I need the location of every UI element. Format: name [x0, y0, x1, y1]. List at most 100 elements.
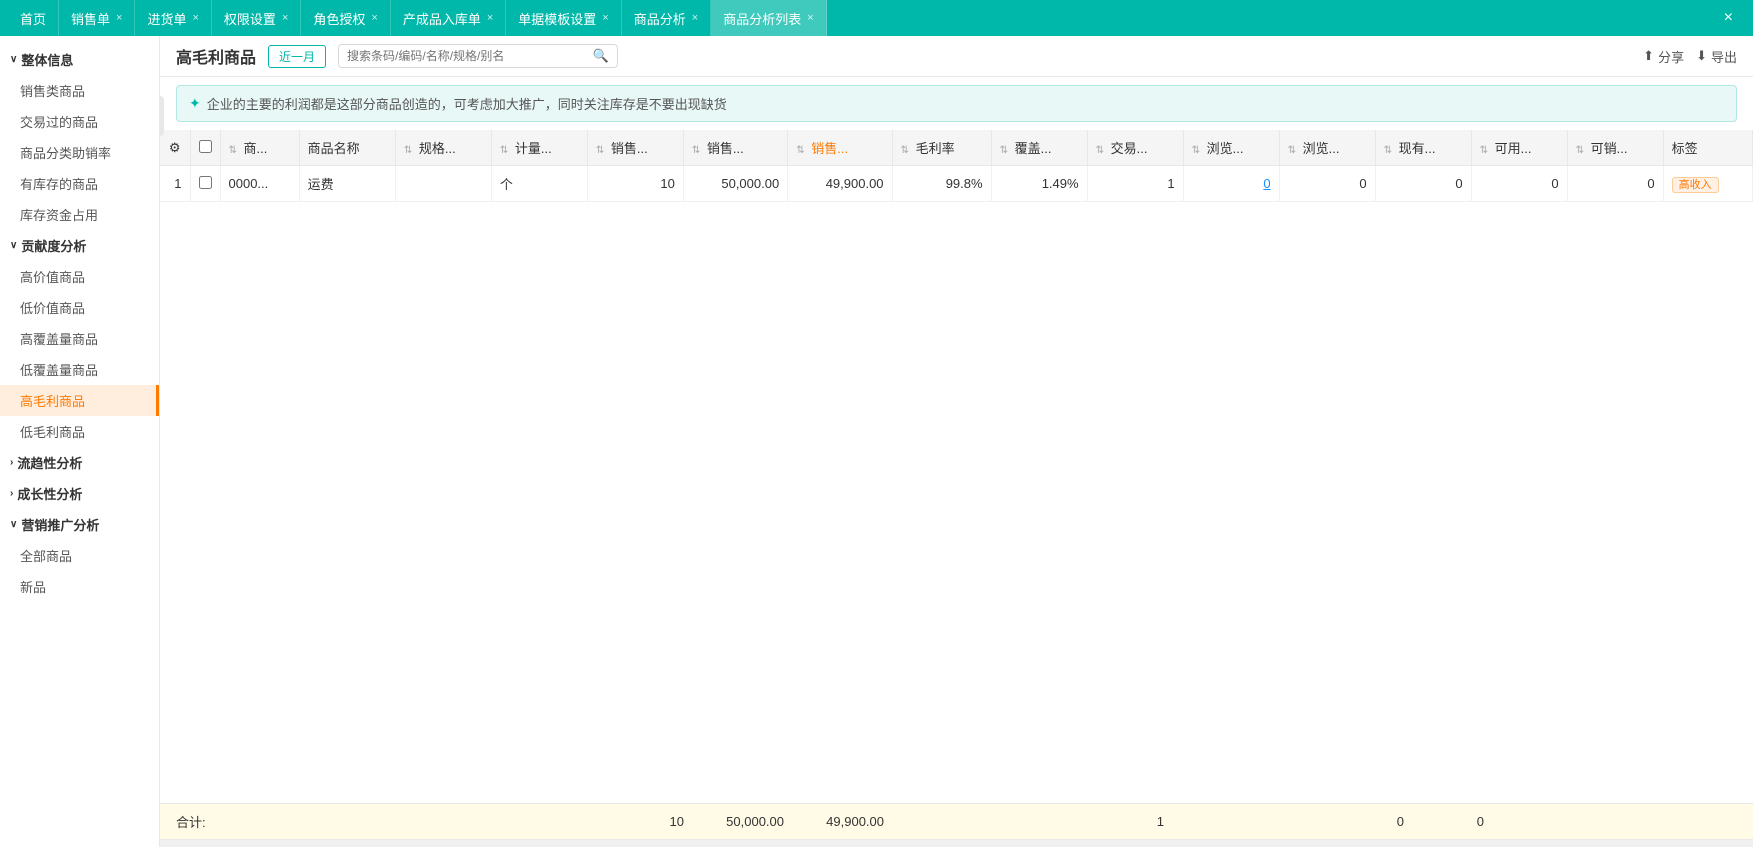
info-text: 企业的主要的利润都是这部分商品创造的，可考虑加大推广，同时关注库存是不要出现缺货: [207, 94, 727, 113]
col-unit[interactable]: 计量...: [491, 130, 587, 166]
nav-purchase-close[interactable]: ×: [192, 12, 198, 24]
sidebar-item-low-value[interactable]: 低价值商品: [0, 292, 159, 323]
col-browse2[interactable]: 浏览...: [1279, 130, 1375, 166]
nav-role-label: 角色授权: [313, 9, 365, 28]
nav-analysis-list-label: 商品分析列表: [723, 9, 801, 28]
row-sales2: 50,000.00: [683, 166, 787, 202]
row-coverage: 1.49%: [991, 166, 1087, 202]
col-stock1[interactable]: 现有...: [1375, 130, 1471, 166]
footer-spacer2: [896, 814, 1096, 829]
col-stock3[interactable]: 可销...: [1567, 130, 1663, 166]
row-gross-rate: 99.8%: [892, 166, 991, 202]
nav-template[interactable]: 单据模板设置 ×: [506, 0, 621, 36]
sidebar-item-stock-capital[interactable]: 库存资金占用: [0, 199, 159, 230]
export-button[interactable]: ⬇ 导出: [1696, 47, 1737, 66]
col-stock2[interactable]: 可用...: [1471, 130, 1567, 166]
table-row: 1 0000... 运费: [160, 166, 1753, 202]
sidebar-item-new-goods[interactable]: 新品: [0, 571, 159, 602]
period-button[interactable]: 近一月: [268, 45, 326, 68]
col-spec[interactable]: 规格...: [395, 130, 491, 166]
nav-home[interactable]: 首页: [8, 0, 59, 36]
row-checkbox[interactable]: [199, 176, 212, 189]
col-code[interactable]: 商...: [220, 130, 299, 166]
row-stock1: 0: [1375, 166, 1471, 202]
col-name: 商品名称: [299, 130, 395, 166]
data-table: ⚙ 商... 商品名称 规格...: [160, 130, 1753, 202]
total-label: 合计:: [176, 812, 356, 831]
section-growth-arrow: ›: [10, 488, 13, 499]
window-close-button[interactable]: ×: [1712, 0, 1745, 36]
sidebar-item-high-value[interactable]: 高价值商品: [0, 261, 159, 292]
col-coverage[interactable]: 覆盖...: [991, 130, 1087, 166]
sidebar-section-marketing[interactable]: ∨ 营销推广分析: [0, 509, 159, 540]
col-check: [190, 130, 220, 166]
info-icon: ✦: [189, 95, 201, 112]
sidebar-item-low-margin[interactable]: 低毛利商品: [0, 416, 159, 447]
table-container[interactable]: ⚙ 商... 商品名称 规格...: [160, 130, 1753, 803]
share-icon: ⬆: [1643, 48, 1654, 64]
sidebar-item-all-goods[interactable]: 全部商品: [0, 540, 159, 571]
footer-total: 合计: 10 50,000.00 49,900.00 1: [160, 803, 1753, 839]
nav-analysis[interactable]: 商品分析 ×: [622, 0, 711, 36]
footer-sales2: 50,000.00: [696, 814, 796, 829]
nav-sales[interactable]: 销售单 ×: [59, 0, 135, 36]
footer-sales3: 49,900.00: [796, 814, 896, 829]
sidebar-section-contribution[interactable]: ∨ 贡献度分析: [0, 230, 159, 261]
row-transactions: 1: [1087, 166, 1183, 202]
row-unit: 个: [491, 166, 587, 202]
sidebar: ∨ 整体信息 销售类商品 交易过的商品 商品分类助销率 有库存的商品 库存资金占…: [0, 36, 160, 847]
col-browse1[interactable]: 浏览...: [1183, 130, 1279, 166]
section-marketing-arrow: ∨: [10, 519, 17, 530]
footer-browse2: 0: [1416, 814, 1496, 829]
bottom-scrollbar[interactable]: [160, 839, 1753, 847]
nav-purchase-label: 进货单: [147, 9, 186, 28]
sidebar-section-trend[interactable]: › 流趋性分析: [0, 447, 159, 478]
sidebar-item-sales-goods[interactable]: 销售类商品: [0, 75, 159, 106]
section-contribution-arrow: ∨: [10, 240, 17, 251]
nav-purchase[interactable]: 进货单 ×: [135, 0, 211, 36]
sidebar-item-category-rate[interactable]: 商品分类助销率: [0, 137, 159, 168]
section-trend-label: 流趋性分析: [17, 453, 82, 472]
nav-analysis-close[interactable]: ×: [692, 12, 698, 24]
top-nav: 首页 销售单 × 进货单 × 权限设置 × 角色授权 × 产成品入库单 × 单据…: [0, 0, 1753, 36]
search-icon[interactable]: 🔍: [593, 48, 609, 64]
section-contribution-label: 贡献度分析: [21, 236, 86, 255]
share-button[interactable]: ⬆ 分享: [1643, 47, 1684, 66]
row-check: [190, 166, 220, 202]
sidebar-item-high-coverage[interactable]: 高覆盖量商品: [0, 323, 159, 354]
nav-warehouse-label: 产成品入库单: [403, 9, 481, 28]
col-settings[interactable]: ⚙: [160, 130, 190, 166]
col-transactions[interactable]: 交易...: [1087, 130, 1183, 166]
nav-role-close[interactable]: ×: [371, 12, 377, 24]
sidebar-collapse-btn[interactable]: «: [160, 96, 164, 136]
col-sales1[interactable]: 销售...: [587, 130, 683, 166]
footer-spacer3: [1176, 814, 1256, 829]
search-input[interactable]: [347, 49, 593, 63]
sidebar-item-traded-goods[interactable]: 交易过的商品: [0, 106, 159, 137]
nav-warehouse[interactable]: 产成品入库单 ×: [391, 0, 506, 36]
nav-sales-label: 销售单: [71, 9, 110, 28]
sidebar-section-overall[interactable]: ∨ 整体信息: [0, 44, 159, 75]
sidebar-section-growth[interactable]: › 成长性分析: [0, 478, 159, 509]
section-trend-arrow: ›: [10, 457, 13, 468]
nav-analysis-label: 商品分析: [634, 9, 686, 28]
nav-warehouse-close[interactable]: ×: [487, 12, 493, 24]
nav-template-close[interactable]: ×: [602, 12, 608, 24]
nav-analysis-list-close[interactable]: ×: [807, 12, 813, 24]
row-browse1[interactable]: 0: [1183, 166, 1279, 202]
nav-role[interactable]: 角色授权 ×: [301, 0, 390, 36]
col-sales3[interactable]: 销售...: [788, 130, 892, 166]
sidebar-item-low-coverage[interactable]: 低覆盖量商品: [0, 354, 159, 385]
row-browse2: 0: [1279, 166, 1375, 202]
nav-permission-close[interactable]: ×: [282, 12, 288, 24]
nav-analysis-list[interactable]: 商品分析列表 ×: [711, 0, 826, 36]
content-header: 高毛利商品 近一月 🔍 ⬆ 分享 ⬇ 导出: [160, 36, 1753, 77]
nav-sales-close[interactable]: ×: [116, 12, 122, 24]
sidebar-item-in-stock[interactable]: 有库存的商品: [0, 168, 159, 199]
row-sales1: 10: [587, 166, 683, 202]
col-gross-rate[interactable]: 毛利率: [892, 130, 991, 166]
select-all-checkbox[interactable]: [199, 140, 212, 153]
nav-permission[interactable]: 权限设置 ×: [212, 0, 301, 36]
sidebar-item-high-margin[interactable]: 高毛利商品: [0, 385, 159, 416]
col-sales2[interactable]: 销售...: [683, 130, 787, 166]
